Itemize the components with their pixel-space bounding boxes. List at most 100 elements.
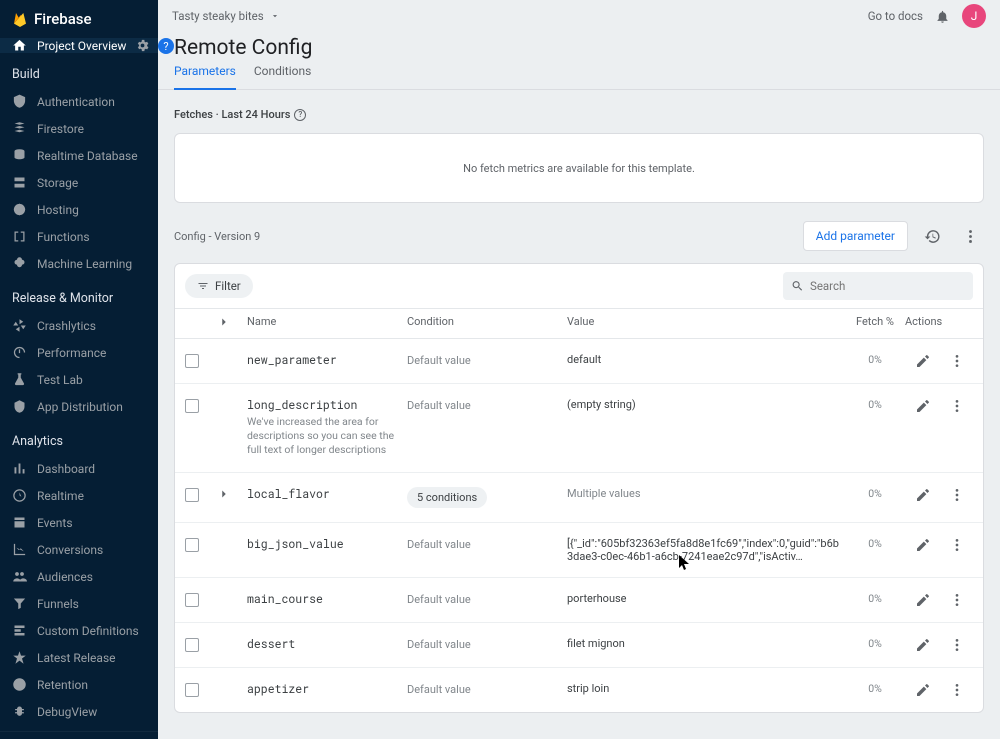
sidebar-item-storage[interactable]: Storage (0, 169, 158, 196)
edit-button[interactable] (905, 637, 941, 653)
sidebar-item-functions[interactable]: Functions (0, 223, 158, 250)
project-overview-item[interactable]: Project Overview (0, 38, 158, 53)
sidebar-item-realtime[interactable]: Realtime (0, 482, 158, 509)
metrics-card: No fetch metrics are available for this … (174, 133, 984, 203)
more-vertical-icon (949, 592, 965, 608)
help-icon[interactable]: ? (158, 38, 174, 54)
row-more-button[interactable] (941, 487, 973, 503)
tab-parameters[interactable]: Parameters (174, 64, 236, 90)
sidebar-item-latest-release[interactable]: Latest Release (0, 644, 158, 671)
parameter-name: new_parameter (247, 353, 337, 368)
parameter-value: default (567, 353, 845, 366)
row-checkbox[interactable] (185, 683, 199, 697)
hosting-icon (12, 202, 27, 217)
fetch-percent: 0% (845, 682, 905, 695)
edit-button[interactable] (905, 682, 941, 698)
parameter-value: Multiple values (567, 487, 845, 500)
fetch-percent: 0% (845, 353, 905, 366)
sidebar-item-performance[interactable]: Performance (0, 339, 158, 366)
edit-button[interactable] (905, 398, 941, 414)
row-more-button[interactable] (941, 592, 973, 608)
table-header: Name Condition Value Fetch % Actions (175, 308, 983, 339)
table-row[interactable]: big_json_valueDefault value[{"_id":"605b… (175, 523, 983, 578)
authentication-icon (12, 94, 27, 109)
project-name: Tasty steaky bites (172, 9, 264, 23)
parameter-name: appetizer (247, 682, 309, 697)
parameter-value: [{"_id":"605bf32363ef5fa8d8e1fc69","inde… (567, 537, 845, 563)
bell-icon[interactable] (935, 9, 950, 24)
edit-button[interactable] (905, 592, 941, 608)
col-value: Value (567, 315, 845, 328)
search-input[interactable] (810, 279, 965, 293)
test-lab-icon (12, 372, 27, 387)
row-expand-toggle[interactable] (217, 487, 247, 504)
filter-button[interactable]: Filter (185, 274, 253, 298)
sidebar-item-conversions[interactable]: Conversions (0, 536, 158, 563)
sidebar-item-label: Machine Learning (37, 257, 132, 271)
row-more-button[interactable] (941, 353, 973, 369)
info-icon[interactable]: ? (294, 109, 306, 121)
edit-button[interactable] (905, 537, 941, 553)
sidebar-item-crashlytics[interactable]: Crashlytics (0, 312, 158, 339)
table-row[interactable]: appetizerDefault valuestrip loin0% (175, 668, 983, 712)
sidebar-item-authentication[interactable]: Authentication (0, 88, 158, 115)
sidebar-item-firestore[interactable]: Firestore (0, 115, 158, 142)
parameter-name: big_json_value (247, 537, 344, 552)
row-checkbox[interactable] (185, 638, 199, 652)
add-parameter-button[interactable]: Add parameter (803, 221, 908, 251)
expand-all-toggle[interactable] (217, 315, 247, 332)
avatar[interactable]: J (962, 4, 986, 28)
row-more-button[interactable] (941, 682, 973, 698)
project-overview-label: Project Overview (37, 39, 126, 53)
latest-release-icon (12, 650, 27, 665)
table-row[interactable]: dessertDefault valuefilet mignon0% (175, 623, 983, 668)
edit-button[interactable] (905, 353, 941, 369)
sidebar-item-label: Test Lab (37, 373, 83, 387)
table-row[interactable]: main_courseDefault valueporterhouse0% (175, 578, 983, 623)
row-checkbox[interactable] (185, 488, 199, 502)
row-more-button[interactable] (941, 637, 973, 653)
sidebar-item-dashboard[interactable]: Dashboard (0, 455, 158, 482)
docs-link[interactable]: Go to docs (868, 9, 923, 23)
sidebar-item-realtime-database[interactable]: Realtime Database (0, 142, 158, 169)
table-row[interactable]: long_descriptionWe've increased the area… (175, 384, 983, 473)
sidebar-item-label: Audiences (37, 570, 93, 584)
sidebar-item-extensions[interactable]: Extensions (0, 731, 158, 739)
sidebar-item-funnels[interactable]: Funnels (0, 590, 158, 617)
sidebar-item-custom-definitions[interactable]: Custom Definitions (0, 617, 158, 644)
parameter-name: long_description (247, 398, 357, 413)
project-selector[interactable]: Tasty steaky bites (172, 9, 280, 23)
sidebar-item-hosting[interactable]: Hosting (0, 196, 158, 223)
row-checkbox[interactable] (185, 399, 199, 413)
edit-button[interactable] (905, 487, 941, 503)
sidebar-item-test-lab[interactable]: Test Lab (0, 366, 158, 393)
history-button[interactable] (918, 222, 946, 250)
sidebar-item-retention[interactable]: Retention (0, 671, 158, 698)
pencil-icon (915, 353, 931, 369)
retention-icon (12, 677, 27, 692)
row-more-button[interactable] (941, 398, 973, 414)
content: Fetches · Last 24 Hours ? No fetch metri… (158, 90, 1000, 739)
more-button[interactable] (956, 222, 984, 250)
sidebar-item-events[interactable]: Events (0, 509, 158, 536)
table-row[interactable]: local_flavor5 conditionsMultiple values0… (175, 473, 983, 523)
sidebar-item-audiences[interactable]: Audiences (0, 563, 158, 590)
sidebar-item-label: Performance (37, 346, 106, 360)
row-more-button[interactable] (941, 537, 973, 553)
sidebar-item-debugview[interactable]: DebugView (0, 698, 158, 725)
config-toolbar: Config - Version 9 Add parameter (174, 221, 984, 251)
gear-icon[interactable] (135, 38, 150, 53)
machine-learning-icon (12, 256, 27, 271)
parameters-table: Filter Name Condition Value Fetch % Acti… (174, 263, 984, 713)
sidebar-item-machine-learning[interactable]: Machine Learning (0, 250, 158, 277)
tab-conditions[interactable]: Conditions (254, 64, 311, 89)
search-field[interactable] (783, 272, 973, 300)
mouse-cursor (679, 555, 691, 571)
row-checkbox[interactable] (185, 538, 199, 552)
table-row[interactable]: new_parameterDefault valuedefault0% (175, 339, 983, 384)
row-checkbox[interactable] (185, 593, 199, 607)
firebase-logo[interactable]: Firebase (0, 0, 158, 38)
row-checkbox[interactable] (185, 354, 199, 368)
section-build-heading: Build (0, 53, 158, 88)
sidebar-item-app-distribution[interactable]: App Distribution (0, 393, 158, 420)
